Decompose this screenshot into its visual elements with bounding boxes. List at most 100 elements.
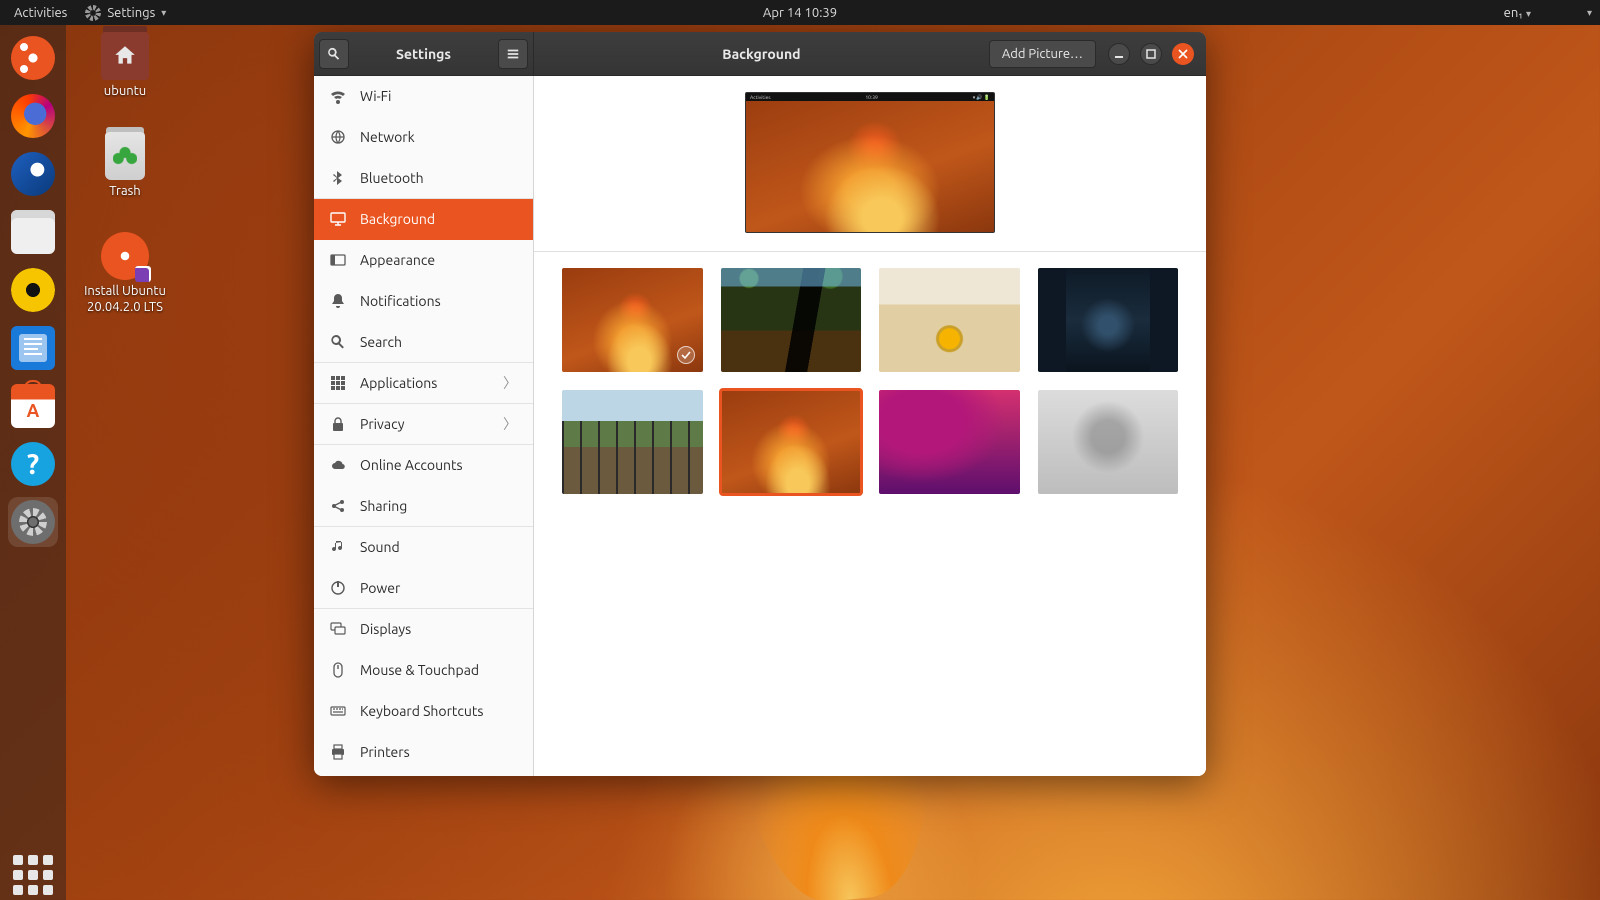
music-note-icon xyxy=(330,539,346,555)
clock[interactable]: Apr 14 10:39 xyxy=(763,6,837,20)
share-icon xyxy=(330,498,346,514)
system-menu-chevron-icon[interactable]: ▾ xyxy=(1587,7,1592,19)
bell-icon xyxy=(330,293,346,309)
window-title-left: Settings xyxy=(354,46,493,62)
sidebar-item-printers[interactable]: Printers xyxy=(314,732,533,773)
activities-button[interactable]: Activities xyxy=(8,4,73,22)
sidebar-item-privacy[interactable]: Privacy 〉 xyxy=(314,404,533,445)
sidebar-item-label: Keyboard Shortcuts xyxy=(360,703,483,719)
sidebar-item-wifi[interactable]: Wi-Fi xyxy=(314,76,533,117)
maximize-button[interactable] xyxy=(1140,43,1162,65)
current-background-preview: Activities 10:39 ▾ 🔊 🔋 xyxy=(745,92,995,233)
desktop-icon-home[interactable]: ubuntu xyxy=(75,32,175,98)
wallpaper-thumb[interactable] xyxy=(879,390,1020,494)
dock-item-rhythmbox[interactable] xyxy=(8,265,58,315)
sidebar-item-label: Displays xyxy=(360,621,411,637)
gear-icon xyxy=(85,5,101,21)
apps-icon xyxy=(330,375,346,391)
dock-item-files[interactable] xyxy=(8,207,58,257)
minimize-button[interactable] xyxy=(1108,43,1130,65)
preview-topbar-right: ▾ 🔊 🔋 xyxy=(973,94,990,101)
sidebar-item-online-accounts[interactable]: Online Accounts xyxy=(314,445,533,486)
mouse-icon xyxy=(330,662,346,678)
desktop-icon-label: ubuntu xyxy=(75,84,175,98)
desktop-icon-label: 20.04.2.0 LTS xyxy=(75,300,175,316)
sidebar-item-label: Appearance xyxy=(360,252,435,268)
dock-item-settings[interactable] xyxy=(8,497,58,547)
app-menu[interactable]: Settings ▾ xyxy=(79,3,172,23)
chevron-right-icon: 〉 xyxy=(503,414,517,434)
headerbar-right: Background Add Picture… xyxy=(534,32,1206,75)
minimize-icon xyxy=(1114,49,1124,59)
sidebar-item-sharing[interactable]: Sharing xyxy=(314,486,533,527)
sidebar-item-mouse[interactable]: Mouse & Touchpad xyxy=(314,650,533,691)
dock-item-software[interactable] xyxy=(8,381,58,431)
wallpaper-thumb[interactable] xyxy=(1038,268,1179,372)
sidebar-item-label: Power xyxy=(360,580,400,596)
sidebar-item-displays[interactable]: Displays xyxy=(314,609,533,650)
hamburger-icon xyxy=(506,47,520,61)
cloud-icon xyxy=(330,457,346,473)
settings-window: Settings Background Add Picture… Wi-Fi xyxy=(314,32,1206,776)
sidebar-item-power[interactable]: Power xyxy=(314,568,533,609)
wallpaper-grid xyxy=(534,252,1206,510)
keyboard-layout-indicator[interactable]: en₁ ▾ xyxy=(1504,6,1531,20)
sidebar-item-label: Network xyxy=(360,129,415,145)
sidebar-item-sound[interactable]: Sound xyxy=(314,527,533,568)
wallpaper-thumb[interactable] xyxy=(879,268,1020,372)
add-picture-button[interactable]: Add Picture… xyxy=(989,40,1096,68)
sidebar-item-notifications[interactable]: Notifications xyxy=(314,281,533,322)
sidebar-item-search[interactable]: Search xyxy=(314,322,533,363)
selected-check-icon xyxy=(677,346,695,364)
sidebar-item-label: Applications xyxy=(360,375,437,391)
sidebar-item-bluetooth[interactable]: Bluetooth xyxy=(314,158,533,199)
sidebar-item-applications[interactable]: Applications 〉 xyxy=(314,363,533,404)
close-icon xyxy=(1178,49,1188,59)
preview-topbar: Activities 10:39 ▾ 🔊 🔋 xyxy=(746,93,994,101)
sidebar-item-background[interactable]: Background xyxy=(314,199,533,240)
power-icon xyxy=(330,580,346,596)
wallpaper-thumb[interactable] xyxy=(721,268,862,372)
app-menu-label: Settings xyxy=(107,6,155,20)
keyboard-icon xyxy=(330,703,346,719)
desktop-icon-trash[interactable]: Trash xyxy=(75,132,175,198)
search-button[interactable] xyxy=(319,39,349,69)
sidebar-item-label: Online Accounts xyxy=(360,457,463,473)
dock-item-thunderbird[interactable] xyxy=(8,149,58,199)
desktop-icon-label: Trash xyxy=(75,184,175,198)
appearance-icon xyxy=(330,252,346,268)
network-icon xyxy=(330,129,346,145)
background-panel: Activities 10:39 ▾ 🔊 🔋 xyxy=(534,76,1206,776)
dock-item-writer[interactable] xyxy=(8,323,58,373)
dock-item-ubuntu[interactable] xyxy=(8,33,58,83)
wallpaper-thumb[interactable] xyxy=(562,268,703,372)
home-folder-icon xyxy=(101,32,149,80)
wallpaper-thumb[interactable] xyxy=(562,390,703,494)
maximize-icon xyxy=(1146,49,1156,59)
sidebar-item-label: Privacy xyxy=(360,416,404,432)
apps-grid-icon xyxy=(11,853,55,897)
primary-menu-button[interactable] xyxy=(498,39,528,69)
headerbar: Settings Background Add Picture… xyxy=(314,32,1206,76)
close-button[interactable] xyxy=(1172,43,1194,65)
firefox-icon xyxy=(11,94,55,138)
chevron-right-icon: 〉 xyxy=(503,373,517,393)
sidebar-item-appearance[interactable]: Appearance xyxy=(314,240,533,281)
ubuntu-installer-icon xyxy=(101,232,149,280)
dock: ? xyxy=(0,25,66,900)
show-applications-button[interactable] xyxy=(8,850,58,900)
sidebar-item-keyboard[interactable]: Keyboard Shortcuts xyxy=(314,691,533,732)
dock-item-firefox[interactable] xyxy=(8,91,58,141)
libreoffice-writer-icon xyxy=(11,326,55,370)
sidebar-item-label: Sound xyxy=(360,539,400,555)
dock-item-help[interactable]: ? xyxy=(8,439,58,489)
chevron-down-icon: ▾ xyxy=(161,7,166,19)
panel-title: Background xyxy=(534,46,989,62)
sidebar-item-network[interactable]: Network xyxy=(314,117,533,158)
sidebar-item-label: Bluetooth xyxy=(360,170,424,186)
desktop-icon-install-ubuntu[interactable]: Install Ubuntu 20.04.2.0 LTS xyxy=(75,232,175,315)
wallpaper-thumb[interactable] xyxy=(721,390,862,494)
current-background-preview-wrap: Activities 10:39 ▾ 🔊 🔋 xyxy=(534,76,1206,252)
sidebar-item-label: Sharing xyxy=(360,498,407,514)
wallpaper-thumb[interactable] xyxy=(1038,390,1179,494)
